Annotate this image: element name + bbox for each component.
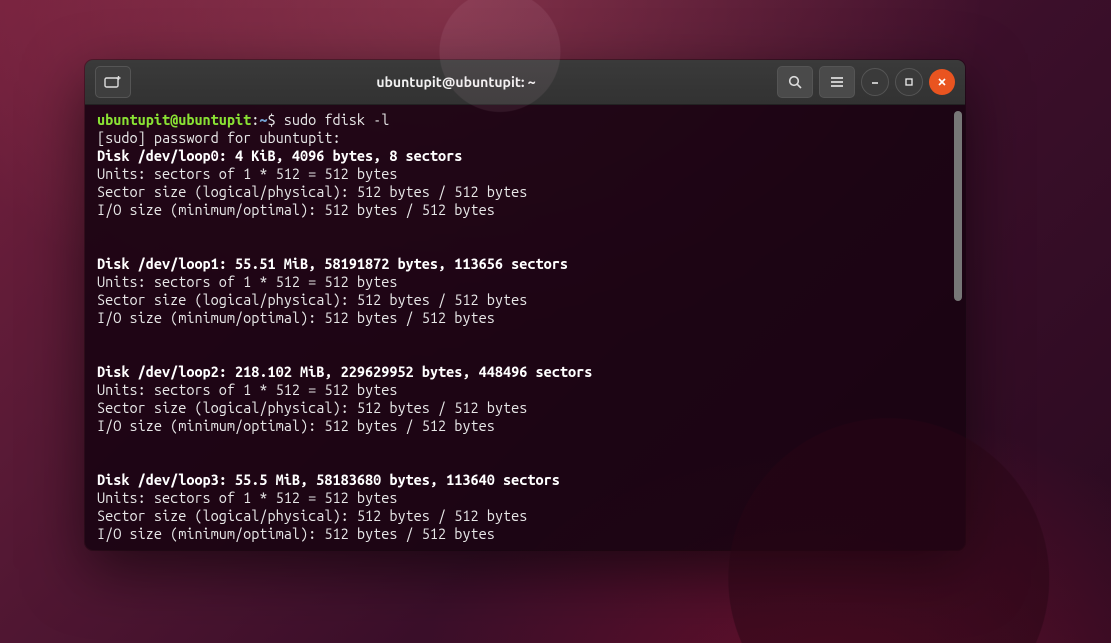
- hamburger-icon: [829, 75, 845, 89]
- terminal-output: ubuntupit@ubuntupit:~$ sudo fdisk -l [su…: [97, 111, 953, 543]
- disk0-header: Disk /dev/loop0: 4 KiB, 4096 bytes, 8 se…: [97, 147, 462, 164]
- menu-button[interactable]: [819, 66, 855, 98]
- prompt-path: ~: [259, 111, 267, 128]
- disk2-header: Disk /dev/loop2: 218.102 MiB, 229629952 …: [97, 363, 592, 380]
- disk2-io: I/O size (minimum/optimal): 512 bytes / …: [97, 417, 495, 434]
- prompt-command: sudo fdisk -l: [276, 111, 390, 128]
- close-button[interactable]: [929, 69, 955, 95]
- terminal-window: ubuntupit@ubuntupit: ~: [85, 60, 965, 550]
- window-title: ubuntupit@ubuntupit: ~: [135, 74, 777, 90]
- minimize-button[interactable]: [861, 68, 889, 96]
- titlebar[interactable]: ubuntupit@ubuntupit: ~: [85, 60, 965, 105]
- disk1-header: Disk /dev/loop1: 55.51 MiB, 58191872 byt…: [97, 255, 568, 272]
- disk1-sector: Sector size (logical/physical): 512 byte…: [97, 291, 527, 308]
- search-button[interactable]: [777, 66, 813, 98]
- line-sudo: [sudo] password for ubuntupit:: [97, 129, 341, 146]
- terminal-body[interactable]: ubuntupit@ubuntupit:~$ sudo fdisk -l [su…: [85, 105, 965, 550]
- disk0-sector: Sector size (logical/physical): 512 byte…: [97, 183, 527, 200]
- disk2-sector: Sector size (logical/physical): 512 byte…: [97, 399, 527, 416]
- disk0-io: I/O size (minimum/optimal): 512 bytes / …: [97, 201, 495, 218]
- prompt-symbol: $: [268, 111, 276, 128]
- disk1-io: I/O size (minimum/optimal): 512 bytes / …: [97, 309, 495, 326]
- prompt-userhost: ubuntupit@ubuntupit: [97, 111, 251, 128]
- disk0-units: Units: sectors of 1 * 512 = 512 bytes: [97, 165, 397, 182]
- new-tab-button[interactable]: [95, 66, 131, 98]
- disk2-units: Units: sectors of 1 * 512 = 512 bytes: [97, 381, 397, 398]
- scrollbar-thumb[interactable]: [954, 111, 962, 301]
- disk3-header: Disk /dev/loop3: 55.5 MiB, 58183680 byte…: [97, 471, 560, 488]
- titlebar-right-group: [777, 66, 955, 98]
- search-icon: [787, 74, 803, 90]
- maximize-icon: [904, 77, 914, 87]
- minimize-icon: [870, 77, 880, 87]
- maximize-button[interactable]: [895, 68, 923, 96]
- disk3-io: I/O size (minimum/optimal): 512 bytes / …: [97, 525, 495, 542]
- new-tab-icon: [104, 75, 122, 89]
- disk3-sector: Sector size (logical/physical): 512 byte…: [97, 507, 527, 524]
- close-icon: [937, 77, 947, 87]
- disk3-units: Units: sectors of 1 * 512 = 512 bytes: [97, 489, 397, 506]
- desktop-background: ubuntupit@ubuntupit: ~: [0, 0, 1111, 643]
- disk1-units: Units: sectors of 1 * 512 = 512 bytes: [97, 273, 397, 290]
